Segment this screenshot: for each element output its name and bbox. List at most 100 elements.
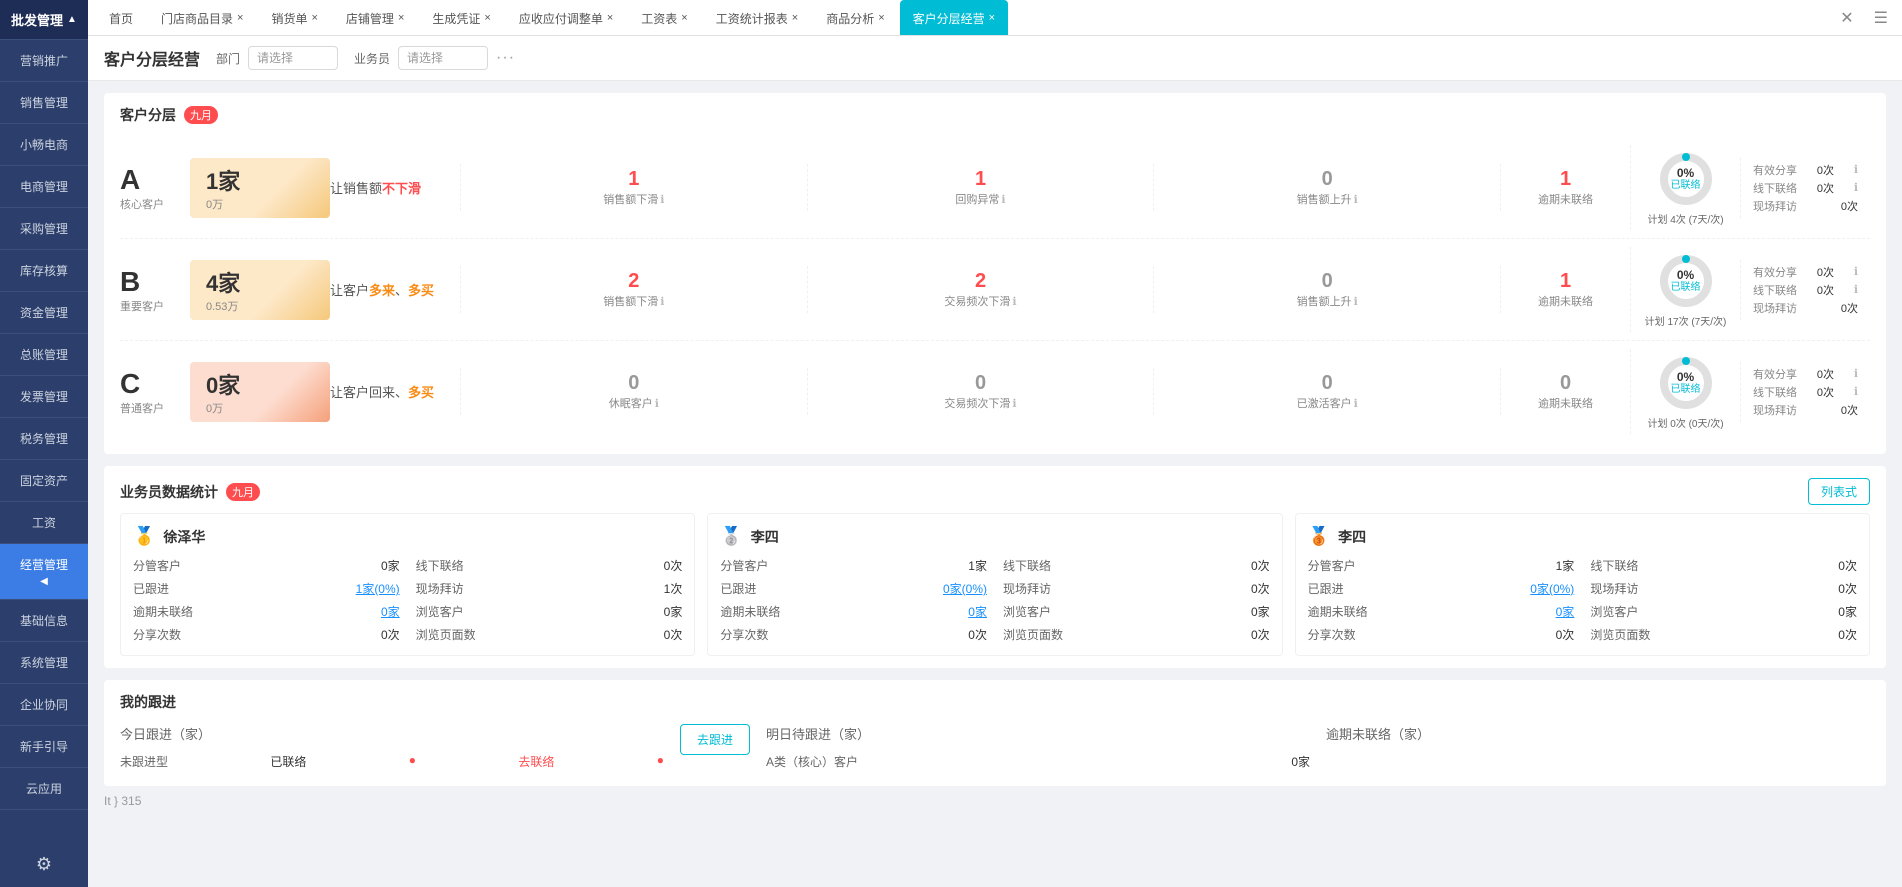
more-filters-btn[interactable]: ··· [496,49,515,67]
sidebar-item-ecommerce[interactable]: 电商管理 [0,166,88,208]
tab-payroll[interactable]: 工资表 × [628,0,700,35]
tab-ap-ar-close[interactable]: × [607,12,613,24]
sidebar-item-collab[interactable]: 企业协同 [0,684,88,726]
staff-stat-label-0-5: 浏览客户 [416,603,464,620]
tier-b-stat1[interactable]: 2 销售额下滑 ℹ [460,266,807,313]
tab-customer-tier[interactable]: 客户分层经营 × [900,0,1008,35]
tier-b-right-stat-2: 现场拜访 0次 [1753,300,1858,316]
staff-stat-val-2-2[interactable]: 0家(0%) [1530,580,1574,597]
tier-b-stat3-info[interactable]: ℹ [1354,295,1358,308]
dept-select[interactable]: 请选择 [248,46,338,70]
tier-b-stat1-info[interactable]: ℹ [660,295,664,308]
sidebar-settings[interactable]: ⚙ [0,842,88,887]
staff-stat-val-1-2[interactable]: 0家(0%) [943,580,987,597]
settings-icon: ⚙ [36,854,52,874]
tab-shop-mgmt[interactable]: 店铺管理 × [333,0,417,35]
tab-store-products[interactable]: 门店商品目录 × [148,0,256,35]
staff-select[interactable]: 请选择 [398,46,488,70]
tab-store-products-label: 门店商品目录 [161,10,233,27]
tab-close-btn[interactable]: ✕ [1834,6,1859,30]
tab-store-products-close[interactable]: × [237,12,243,24]
tier-c-right-info-1[interactable]: ℹ [1854,385,1858,398]
tier-a-right-info-0[interactable]: ℹ [1854,163,1858,176]
list-view-button[interactable]: 列表式 [1808,478,1870,505]
sidebar-item-base[interactable]: 基础信息 [0,600,88,642]
tier-a-right-info-1[interactable]: ℹ [1854,181,1858,194]
tier-c-stat3-info[interactable]: ℹ [1354,397,1358,410]
tier-a-stat2-info[interactable]: ℹ [1001,193,1005,206]
tier-a-stat3-info[interactable]: ℹ [1354,193,1358,206]
sidebar-item-inventory[interactable]: 库存核算 [0,250,88,292]
tab-voucher[interactable]: 生成凭证 × [419,0,503,35]
staff-stat-label-2-4: 逾期未联络 [1308,603,1368,620]
sidebar-item-assets[interactable]: 固定资产 [0,460,88,502]
sidebar-item-finance[interactable]: 资金管理 [0,292,88,334]
sidebar-item-guide[interactable]: 新手引导 [0,726,88,768]
staff-stat-val-2-4[interactable]: 0家 [1556,603,1575,620]
sidebar-item-ledger[interactable]: 总账管理 [0,334,88,376]
sidebar-item-ops[interactable]: 经营管理 ◀ [0,544,88,600]
staff-stat-label-2-3: 现场拜访 [1590,580,1638,597]
sidebar-item-sales[interactable]: 销售管理 [0,82,88,124]
sidebar-item-cloud[interactable]: 云应用 [0,768,88,810]
tab-customer-tier-close[interactable]: × [989,12,995,24]
tier-c-stat1[interactable]: 0 休眠客户 ℹ [460,368,807,415]
sidebar-item-system[interactable]: 系统管理 [0,642,88,684]
tier-a-stat3[interactable]: 0 销售额上升 ℹ [1153,164,1500,211]
tab-shop-mgmt-close[interactable]: × [398,12,404,24]
tab-menu-btn[interactable]: ☰ [1868,6,1894,30]
tab-sales-order-close[interactable]: × [311,12,317,24]
tab-home[interactable]: 首页 [96,0,146,35]
tab-sales-order[interactable]: 销货单 × [258,0,330,35]
tab-payroll-close[interactable]: × [681,12,687,24]
staff-stat-label-1-1: 线下联络 [1003,557,1051,574]
staff-stat-0-1: 线下联络 0次 [416,557,683,574]
tab-product-analysis-close[interactable]: × [878,12,884,24]
staff-stat-2-3: 现场拜访 0次 [1590,580,1857,597]
sidebar-item-purchase[interactable]: 采购管理 [0,208,88,250]
tier-c-right-info-0[interactable]: ℹ [1854,367,1858,380]
sidebar-item-label: 采购管理 [4,220,84,237]
sidebar-top[interactable]: 批发管理 ▲ [0,0,88,40]
tier-a-stat1-info[interactable]: ℹ [660,193,664,206]
tab-payroll-report-label: 工资统计报表 [716,10,788,27]
sidebar-item-marketing[interactable]: 营销推广 [0,40,88,82]
tier-b-right-info-0[interactable]: ℹ [1854,265,1858,278]
sidebar-item-label: 小畅电商 [4,136,84,153]
tier-b-stat2[interactable]: 2 交易频次下滑 ℹ [807,266,1154,313]
go-follow-button[interactable]: 去跟进 [680,724,750,755]
tier-c-stat3[interactable]: 0 已激活客户 ℹ [1153,368,1500,415]
staff-stat-val-1-7: 0次 [1251,626,1270,643]
tier-c-letter: C [120,368,190,400]
tab-ap-ar[interactable]: 应收应付调整单 × [506,0,626,35]
sidebar-item-invoice[interactable]: 发票管理 [0,376,88,418]
staff-stat-val-0-2[interactable]: 1家(0%) [356,580,400,597]
tab-home-label: 首页 [109,10,133,27]
tier-c-circle-plan: 计划 0次 (0天/次) [1647,415,1723,430]
tab-payroll-report[interactable]: 工资统计报表 × [703,0,811,35]
staff-stat-val-0-4[interactable]: 0家 [381,603,400,620]
follow-today-count: 去联络 [518,753,554,770]
staff-stat-val-1-4[interactable]: 0家 [968,603,987,620]
tier-a-stat2[interactable]: 1 回购异常 ℹ [807,164,1154,211]
sidebar-item-hr[interactable]: 工资 [0,502,88,544]
tier-b-stat3[interactable]: 0 销售额上升 ℹ [1153,266,1500,313]
sidebar-expand-icon[interactable]: ▲ [67,14,77,25]
tier-b-stat2-info[interactable]: ℹ [1012,295,1016,308]
tier-c-stat2-info[interactable]: ℹ [1012,397,1016,410]
tab-product-analysis[interactable]: 商品分析 × [813,0,897,35]
tier-a-stat1[interactable]: 1 销售额下滑 ℹ [460,164,807,211]
tier-c-stat2[interactable]: 0 交易频次下滑 ℹ [807,368,1154,415]
sidebar-item-label: 库存核算 [4,262,84,279]
sidebar-item-ecommerce-small[interactable]: 小畅电商 [0,124,88,166]
tier-b-right-info-1[interactable]: ℹ [1854,283,1858,296]
tab-payroll-report-close[interactable]: × [792,12,798,24]
tab-voucher-close[interactable]: × [484,12,490,24]
tier-a-count-box[interactable]: 1家 0万 [190,158,330,218]
page-title: 客户分层经营 [104,46,200,70]
tier-c-stat1-info[interactable]: ℹ [655,397,659,410]
sidebar-item-tax[interactable]: 税务管理 [0,418,88,460]
tier-b-count-box[interactable]: 4家 0.53万 [190,260,330,320]
tier-a-right-val-1: 0次 [1817,180,1834,196]
tier-c-count-box[interactable]: 0家 0万 [190,362,330,422]
